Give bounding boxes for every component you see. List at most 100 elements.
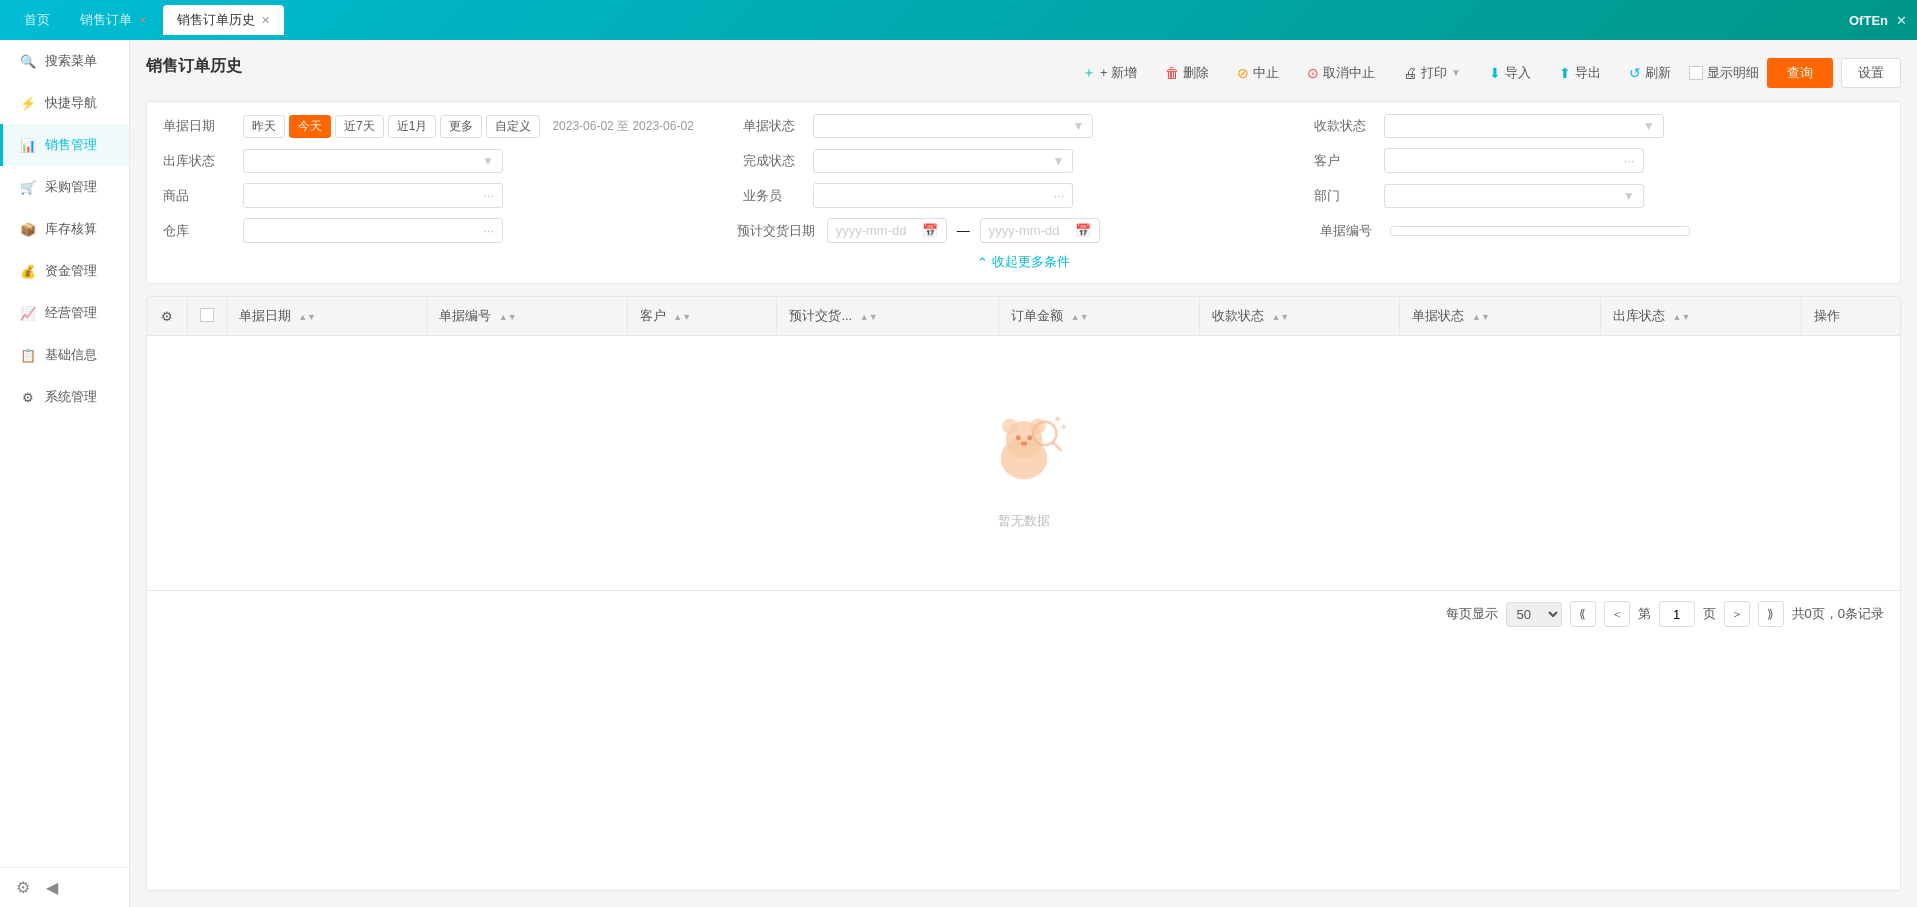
goods-input[interactable]: ··· xyxy=(243,183,503,208)
tab-sales-order[interactable]: 销售订单 ✕ xyxy=(66,5,161,35)
sidebar: 🔍 搜索菜单 ⚡ 快捷导航 📊 销售管理 🛒 采购管理 📦 库存核算 💰 资金管… xyxy=(0,40,130,907)
page-first-btn[interactable]: ⟪ xyxy=(1570,601,1596,627)
department-select[interactable]: ▼ xyxy=(1384,184,1644,208)
outbound-select[interactable]: ▼ xyxy=(243,149,503,173)
delete-btn[interactable]: 🗑 删除 xyxy=(1155,59,1219,87)
outbound-label: 出库状态 xyxy=(163,152,243,170)
delivery-to-input[interactable]: yyyy-mm-dd 📅 xyxy=(980,218,1100,243)
refresh-btn[interactable]: ↺ 刷新 xyxy=(1619,59,1681,87)
import-label: 导入 xyxy=(1505,64,1531,82)
topbar-right: OfTEn ✕ xyxy=(1849,13,1907,28)
gear-icon[interactable]: ⚙ xyxy=(161,309,173,324)
calendar-from-icon[interactable]: 📅 xyxy=(922,223,938,238)
th-delivery[interactable]: 预计交货... ▲▼ xyxy=(777,297,999,336)
th-check[interactable] xyxy=(187,297,226,336)
header-checkbox[interactable] xyxy=(200,308,214,322)
no-data-text: 暂无数据 xyxy=(998,512,1050,530)
warehouse-input[interactable]: ··· xyxy=(243,218,503,243)
th-doc-status[interactable]: 单据状态 ▲▼ xyxy=(1400,297,1601,336)
collapse-bar[interactable]: ⌃ 收起更多条件 xyxy=(163,253,1884,271)
th-outbound[interactable]: 出库状态 ▲▼ xyxy=(1600,297,1801,336)
th-date[interactable]: 单据日期 ▲▼ xyxy=(226,297,427,336)
display-checkbox[interactable] xyxy=(1689,66,1703,80)
page-input[interactable] xyxy=(1659,601,1695,627)
date-pill-more[interactable]: 更多 xyxy=(440,115,482,138)
customer-input[interactable]: ··· xyxy=(1384,148,1644,173)
sidebar-item-purchase-mgmt[interactable]: 🛒 采购管理 xyxy=(0,166,129,208)
tab-sales-order-history-close[interactable]: ✕ xyxy=(261,14,270,27)
stop-btn[interactable]: ⊘ 中止 xyxy=(1227,59,1289,87)
sidebar-item-capital-mgmt[interactable]: 💰 资金管理 xyxy=(0,250,129,292)
salesperson-ellipsis[interactable]: ··· xyxy=(1053,188,1064,203)
query-button[interactable]: 查询 xyxy=(1767,58,1833,88)
th-number[interactable]: 单据编号 ▲▼ xyxy=(427,297,628,336)
delivery-from-input[interactable]: yyyy-mm-dd 📅 xyxy=(827,218,947,243)
outbound-filter-control: ▼ xyxy=(243,149,743,173)
date-pill-today[interactable]: 今天 xyxy=(289,115,331,138)
th-customer[interactable]: 客户 ▲▼ xyxy=(627,297,777,336)
refresh-icon: ↺ xyxy=(1629,65,1641,81)
date-pills: 昨天 今天 近7天 近1月 更多 自定义 xyxy=(243,115,540,138)
complete-select[interactable]: ▼ xyxy=(813,149,1073,173)
sidebar-settings-icon[interactable]: ⚙ xyxy=(16,878,30,897)
page-size-select[interactable]: 50 20 100 xyxy=(1506,602,1562,627)
sidebar-item-quick-nav[interactable]: ⚡ 快捷导航 xyxy=(0,82,129,124)
th-amount[interactable]: 订单金额 ▲▼ xyxy=(999,297,1200,336)
sidebar-item-operations[interactable]: 📈 经营管理 xyxy=(0,292,129,334)
date-pill-yesterday[interactable]: 昨天 xyxy=(243,115,285,138)
doc-number-input[interactable] xyxy=(1390,226,1690,236)
tab-sales-order-history[interactable]: 销售订单历史 ✕ xyxy=(163,5,284,35)
sidebar-item-basic-info-label: 基础信息 xyxy=(45,346,97,364)
sidebar-item-inventory[interactable]: 📦 库存核算 xyxy=(0,208,129,250)
print-btn[interactable]: 🖨 打印 ▼ xyxy=(1393,59,1471,87)
import-btn[interactable]: ⬇ 导入 xyxy=(1479,59,1541,87)
doc-number-filter-control xyxy=(1390,226,1884,236)
export-icon: ⬆ xyxy=(1559,65,1571,81)
sidebar-item-capital-mgmt-label: 资金管理 xyxy=(45,262,97,280)
no-data-area: ✦ ✦ 暂无数据 xyxy=(147,336,1900,590)
page-next-btn[interactable]: ＞ xyxy=(1724,601,1750,627)
date-range-text: 2023-06-02 至 2023-06-02 xyxy=(552,118,693,135)
filter-row-4: 仓库 ··· 预计交货日期 yyyy-mm-dd 📅 — xyxy=(163,218,1884,243)
status-label: 单据状态 xyxy=(743,117,813,135)
topbar-close-icon[interactable]: ✕ xyxy=(1896,13,1907,28)
delete-label: 删除 xyxy=(1183,64,1209,82)
new-btn[interactable]: ＋ + 新增 xyxy=(1072,59,1147,87)
sidebar-item-sales-mgmt[interactable]: 📊 销售管理 xyxy=(0,124,129,166)
sidebar-collapse-icon[interactable]: ◀ xyxy=(46,878,58,897)
sales-mgmt-icon: 📊 xyxy=(19,136,37,154)
th-payment[interactable]: 收款状态 ▲▼ xyxy=(1199,297,1400,336)
cancel-btn[interactable]: ⊙ 取消中止 xyxy=(1297,59,1385,87)
display-toggle[interactable]: 显示明细 xyxy=(1689,64,1759,82)
tab-home[interactable]: 首页 xyxy=(10,5,64,35)
th-gear[interactable]: ⚙ xyxy=(147,297,187,336)
date-pill-custom[interactable]: 自定义 xyxy=(486,115,540,138)
top-bar: 首页 销售订单 ✕ 销售订单历史 ✕ OfTEn ✕ xyxy=(0,0,1917,40)
settings-button[interactable]: 设置 xyxy=(1841,58,1901,88)
sidebar-item-operations-label: 经营管理 xyxy=(45,304,97,322)
system-mgmt-icon: ⚙ xyxy=(19,388,37,406)
export-btn[interactable]: ⬆ 导出 xyxy=(1549,59,1611,87)
tab-sales-order-label: 销售订单 xyxy=(80,11,132,29)
page-prev-btn[interactable]: ＜ xyxy=(1604,601,1630,627)
complete-arrow-icon: ▼ xyxy=(1052,154,1064,168)
date-label: 单据日期 xyxy=(163,117,243,135)
sidebar-item-quick-nav-label: 快捷导航 xyxy=(45,94,97,112)
date-pill-1month[interactable]: 近1月 xyxy=(388,115,437,138)
page-last-btn[interactable]: ⟫ xyxy=(1758,601,1784,627)
warehouse-label: 仓库 xyxy=(163,222,243,240)
salesperson-input[interactable]: ··· xyxy=(813,183,1073,208)
sidebar-item-search-menu[interactable]: 🔍 搜索菜单 xyxy=(0,40,129,82)
status-select[interactable]: ▼ xyxy=(813,114,1093,138)
sidebar-item-basic-info[interactable]: 📋 基础信息 xyxy=(0,334,129,376)
payment-select[interactable]: ▼ xyxy=(1384,114,1664,138)
goods-ellipsis[interactable]: ··· xyxy=(483,188,494,203)
inventory-icon: 📦 xyxy=(19,220,37,238)
status-filter-control: ▼ xyxy=(813,114,1313,138)
sidebar-item-system-mgmt[interactable]: ⚙ 系统管理 xyxy=(0,376,129,418)
calendar-to-icon[interactable]: 📅 xyxy=(1075,223,1091,238)
tab-sales-order-close[interactable]: ✕ xyxy=(138,14,147,27)
date-pill-7days[interactable]: 近7天 xyxy=(335,115,384,138)
warehouse-ellipsis[interactable]: ··· xyxy=(483,223,494,238)
customer-ellipsis[interactable]: ··· xyxy=(1624,153,1635,168)
